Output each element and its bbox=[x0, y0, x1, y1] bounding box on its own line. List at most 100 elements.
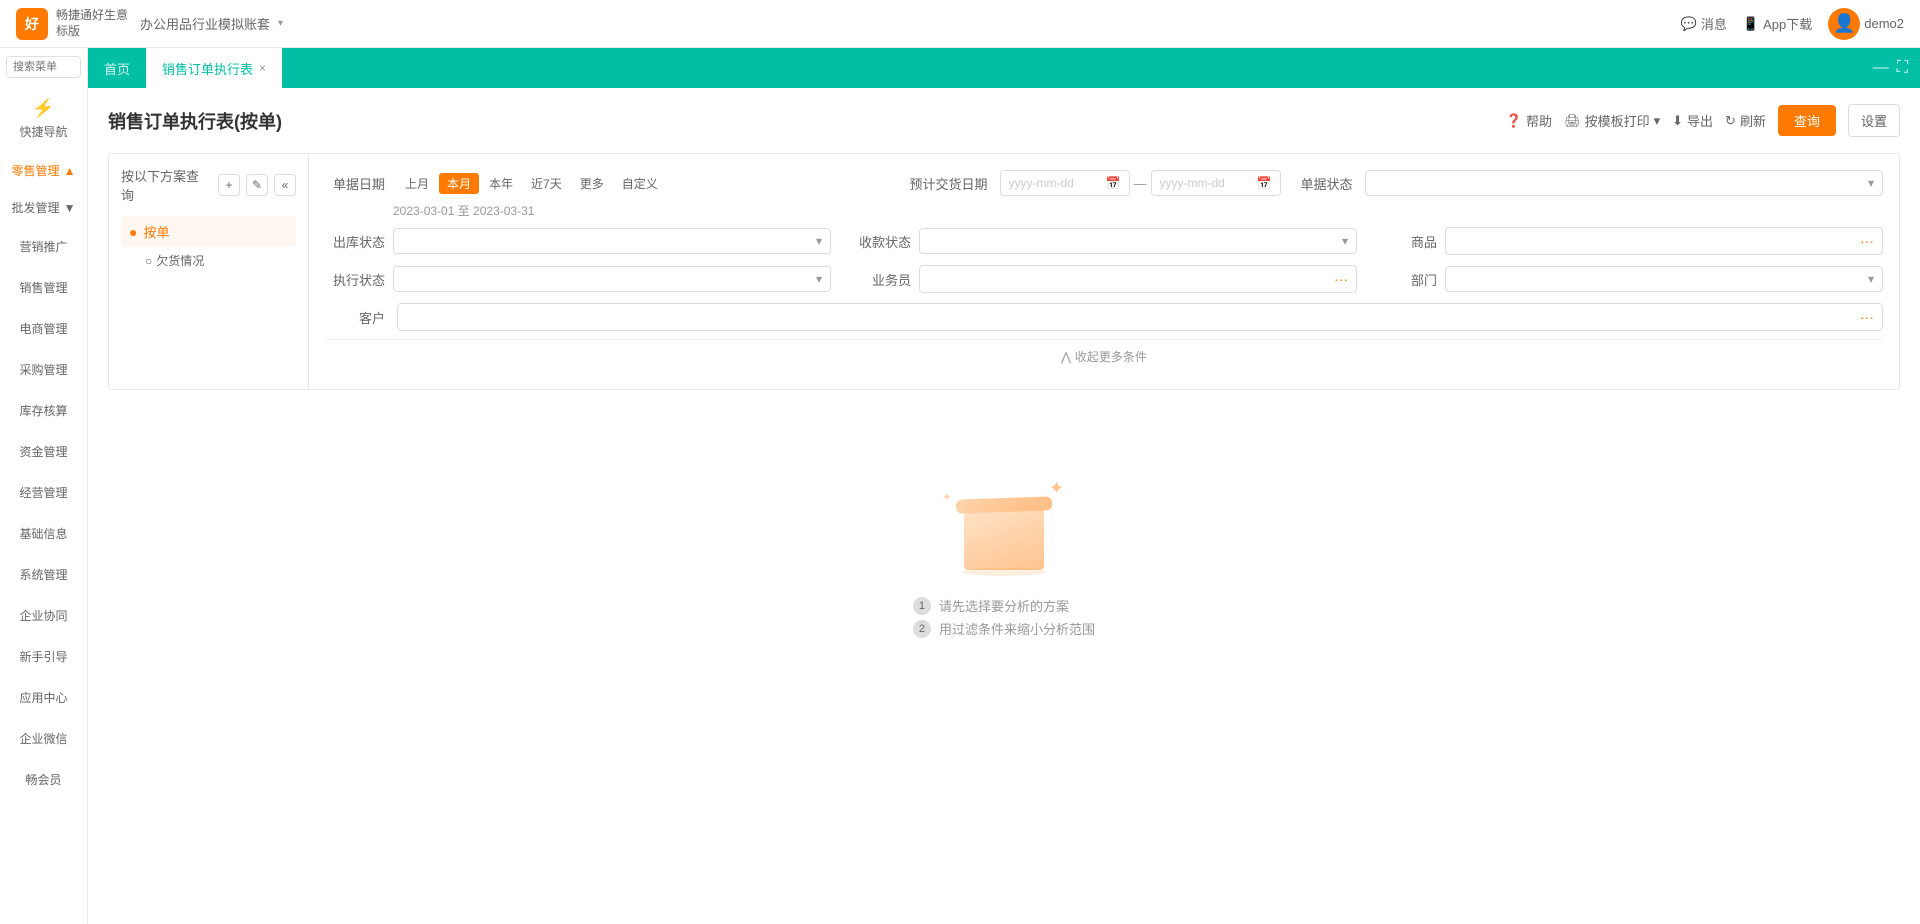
logo-text: 畅捷通好生意 标版 bbox=[56, 8, 128, 39]
search-input[interactable] bbox=[6, 56, 81, 78]
goods-dots[interactable]: ··· bbox=[1860, 233, 1874, 249]
sidebar-item-jingying[interactable]: 经营管理 bbox=[0, 472, 87, 513]
expected-date-start[interactable]: yyyy-mm-dd 📅 bbox=[1000, 170, 1130, 196]
sidebar-item-kucun[interactable]: 库存核算 bbox=[0, 390, 87, 431]
sidebar-item-caigou[interactable]: 采购管理 bbox=[0, 349, 87, 390]
sidebar-item-changhui[interactable]: 畅会员 bbox=[0, 759, 87, 800]
message-icon: 💬 bbox=[1681, 16, 1697, 32]
outbound-select[interactable]: ▾ bbox=[393, 228, 831, 254]
refresh-button[interactable]: ↻ 刷新 bbox=[1725, 111, 1766, 130]
template-print-button[interactable]: 🖨 按模板打印 ▾ bbox=[1564, 111, 1660, 130]
logo-icon: 好 bbox=[16, 8, 48, 40]
header-right: 💬 消息 📱 App下载 👤 demo2 bbox=[1681, 8, 1904, 40]
sidebar-item-qiyeweixin[interactable]: 企业微信 bbox=[0, 718, 87, 759]
left-panel-title: 按以下方案查询 + ✎ « bbox=[121, 166, 296, 204]
scheme-item-qianhuo[interactable]: ○ 欠货情况 bbox=[121, 247, 296, 274]
export-icon: ⬇ bbox=[1672, 113, 1683, 129]
sidebar-item-pifaguan[interactable]: 批发管理 ▼ bbox=[0, 189, 87, 226]
sidebar-item-zijin[interactable]: 资金管理 bbox=[0, 431, 87, 472]
sidebar-item-xitong[interactable]: 系统管理 bbox=[0, 554, 87, 595]
collapse-icon: ⋀ bbox=[1061, 350, 1071, 364]
date-tab-benyue[interactable]: 本月 bbox=[439, 173, 479, 194]
dept-dropdown-icon: ▾ bbox=[1868, 272, 1874, 286]
right-panel: 单据日期 上月 本月 本年 近7天 更多 自定义 bbox=[309, 154, 1899, 389]
calendar-icon[interactable]: 📅 bbox=[1106, 176, 1121, 190]
tab-minimize-icon[interactable]: — bbox=[1873, 59, 1889, 77]
customer-dots[interactable]: ··· bbox=[1860, 309, 1874, 325]
date-tab-custom[interactable]: 自定义 bbox=[614, 173, 666, 194]
page-content: 销售订单执行表(按单) ❓ 帮助 🖨 按模板打印 ▾ ⬇ bbox=[88, 88, 1920, 924]
print-icon: 🖨 bbox=[1564, 113, 1581, 129]
receipt-label: 收款状态 bbox=[851, 232, 911, 251]
date-control: 上月 本月 本年 近7天 更多 自定义 bbox=[397, 173, 898, 194]
sidebar-item-dianshangg[interactable]: 电商管理 bbox=[0, 308, 87, 349]
calendar-icon-2[interactable]: 📅 bbox=[1257, 176, 1272, 190]
sidebar-item-yingyong[interactable]: 应用中心 bbox=[0, 677, 87, 718]
settings-button[interactable]: 设置 bbox=[1848, 104, 1900, 137]
scheme-item-按单[interactable]: ● 按单 bbox=[121, 216, 296, 247]
empty-illustration: ✦ ✦ bbox=[934, 470, 1074, 580]
two-panel: 按以下方案查询 + ✎ « ● 按单 ○ bbox=[108, 153, 1900, 390]
exec-select[interactable]: ▾ bbox=[393, 266, 831, 292]
expected-date-control: yyyy-mm-dd 📅 — yyyy-mm-dd 📅 bbox=[1000, 170, 1281, 196]
content-area: 首页 销售订单执行表 × — ⛶ 销售订单执行表(按单) ❓ bbox=[88, 48, 1920, 924]
sidebar-item-kuaijie[interactable]: ⚡ 快捷导航 bbox=[0, 86, 87, 152]
help-icon: ❓ bbox=[1506, 113, 1522, 129]
goods-input[interactable]: ··· bbox=[1445, 227, 1883, 255]
query-button[interactable]: 查询 bbox=[1778, 105, 1836, 136]
date-range-row: 2023-03-01 至 2023-03-31 bbox=[325, 200, 1883, 219]
status-select[interactable]: ▾ bbox=[1365, 170, 1884, 196]
salesman-input[interactable]: ··· bbox=[919, 265, 1357, 293]
tab-sales-order[interactable]: 销售订单执行表 × bbox=[146, 48, 282, 88]
header-left: 好 畅捷通好生意 标版 办公用品行业模拟账套 ▾ bbox=[16, 8, 283, 40]
date-tab-bennian[interactable]: 本年 bbox=[481, 173, 521, 194]
breadcrumb-dropdown-icon[interactable]: ▾ bbox=[278, 18, 283, 29]
user-action[interactable]: 👤 demo2 bbox=[1828, 8, 1904, 40]
sidebar-item-jichu[interactable]: 基础信息 bbox=[0, 513, 87, 554]
tab-close-icon[interactable]: × bbox=[259, 61, 266, 75]
add-scheme-button[interactable]: + bbox=[218, 174, 240, 196]
filter-row-4: 客户 ··· bbox=[325, 303, 1883, 331]
app-download-action[interactable]: 📱 App下载 bbox=[1743, 14, 1812, 33]
dept-label: 部门 bbox=[1377, 270, 1437, 289]
sidebar-item-yingxiao[interactable]: 营销推广 bbox=[0, 226, 87, 267]
sidebar-item-xiaoshoug[interactable]: 销售管理 bbox=[0, 267, 87, 308]
edit-scheme-button[interactable]: ✎ bbox=[246, 174, 268, 196]
collapse-panel-button[interactable]: « bbox=[274, 174, 296, 196]
dept-select[interactable]: ▾ bbox=[1445, 266, 1883, 292]
sidebar-item-qiye[interactable]: 企业协同 bbox=[0, 595, 87, 636]
date-dash: — bbox=[1134, 176, 1147, 191]
tab-home[interactable]: 首页 bbox=[88, 48, 146, 88]
date-tab-jin7[interactable]: 近7天 bbox=[523, 173, 570, 194]
tab-maximize-icon[interactable]: ⛶ bbox=[1897, 59, 1908, 77]
salesman-filter: 业务员 ··· bbox=[851, 265, 1357, 293]
empty-hint-2: 2 用过滤条件来缩小分析范围 bbox=[913, 619, 1095, 638]
salesman-dots[interactable]: ··· bbox=[1334, 271, 1348, 287]
tab-bar: 首页 销售订单执行表 × — ⛶ bbox=[88, 48, 1920, 88]
empty-state: ✦ ✦ 1 请先选择要分析的方案 2 用过滤条件来缩小分析范围 bbox=[108, 390, 1900, 718]
scheme-sub-icon: ○ bbox=[145, 254, 152, 268]
sidebar-search-area bbox=[0, 48, 87, 86]
filter-row-3: 执行状态 ▾ 业务员 ··· bbox=[325, 265, 1883, 293]
collapse-button[interactable]: ⋀ 收起更多条件 bbox=[325, 339, 1883, 373]
date-tab-shangyu[interactable]: 上月 bbox=[397, 173, 437, 194]
page-inner: 销售订单执行表(按单) ❓ 帮助 🖨 按模板打印 ▾ ⬇ bbox=[88, 88, 1920, 734]
page-title: 销售订单执行表(按单) bbox=[108, 108, 282, 134]
sidebar-item-xinshou[interactable]: 新手引导 bbox=[0, 636, 87, 677]
date-tabs: 上月 本月 本年 近7天 更多 自定义 bbox=[397, 173, 666, 194]
export-button[interactable]: ⬇ 导出 bbox=[1672, 111, 1713, 130]
help-button[interactable]: ❓ 帮助 bbox=[1506, 111, 1552, 130]
customer-input[interactable]: ··· bbox=[397, 303, 1883, 331]
exec-label: 执行状态 bbox=[325, 270, 385, 289]
date-label: 单据日期 bbox=[325, 174, 385, 193]
date-tab-more[interactable]: 更多 bbox=[572, 173, 612, 194]
message-action[interactable]: 💬 消息 bbox=[1681, 14, 1727, 33]
expected-date-end[interactable]: yyyy-mm-dd 📅 bbox=[1151, 170, 1281, 196]
receipt-dropdown-icon: ▾ bbox=[1342, 234, 1348, 248]
sidebar: ⚡ 快捷导航 零售管理 ▲ 批发管理 ▼ 营销推广 销售管理 电商管理 采购管理… bbox=[0, 48, 88, 924]
receipt-select[interactable]: ▾ bbox=[919, 228, 1357, 254]
sparkle-icon-2: ✦ bbox=[942, 490, 952, 504]
box-body bbox=[964, 505, 1044, 570]
print-dropdown-icon[interactable]: ▾ bbox=[1654, 113, 1661, 129]
sidebar-item-lingshouguan[interactable]: 零售管理 ▲ bbox=[0, 152, 87, 189]
